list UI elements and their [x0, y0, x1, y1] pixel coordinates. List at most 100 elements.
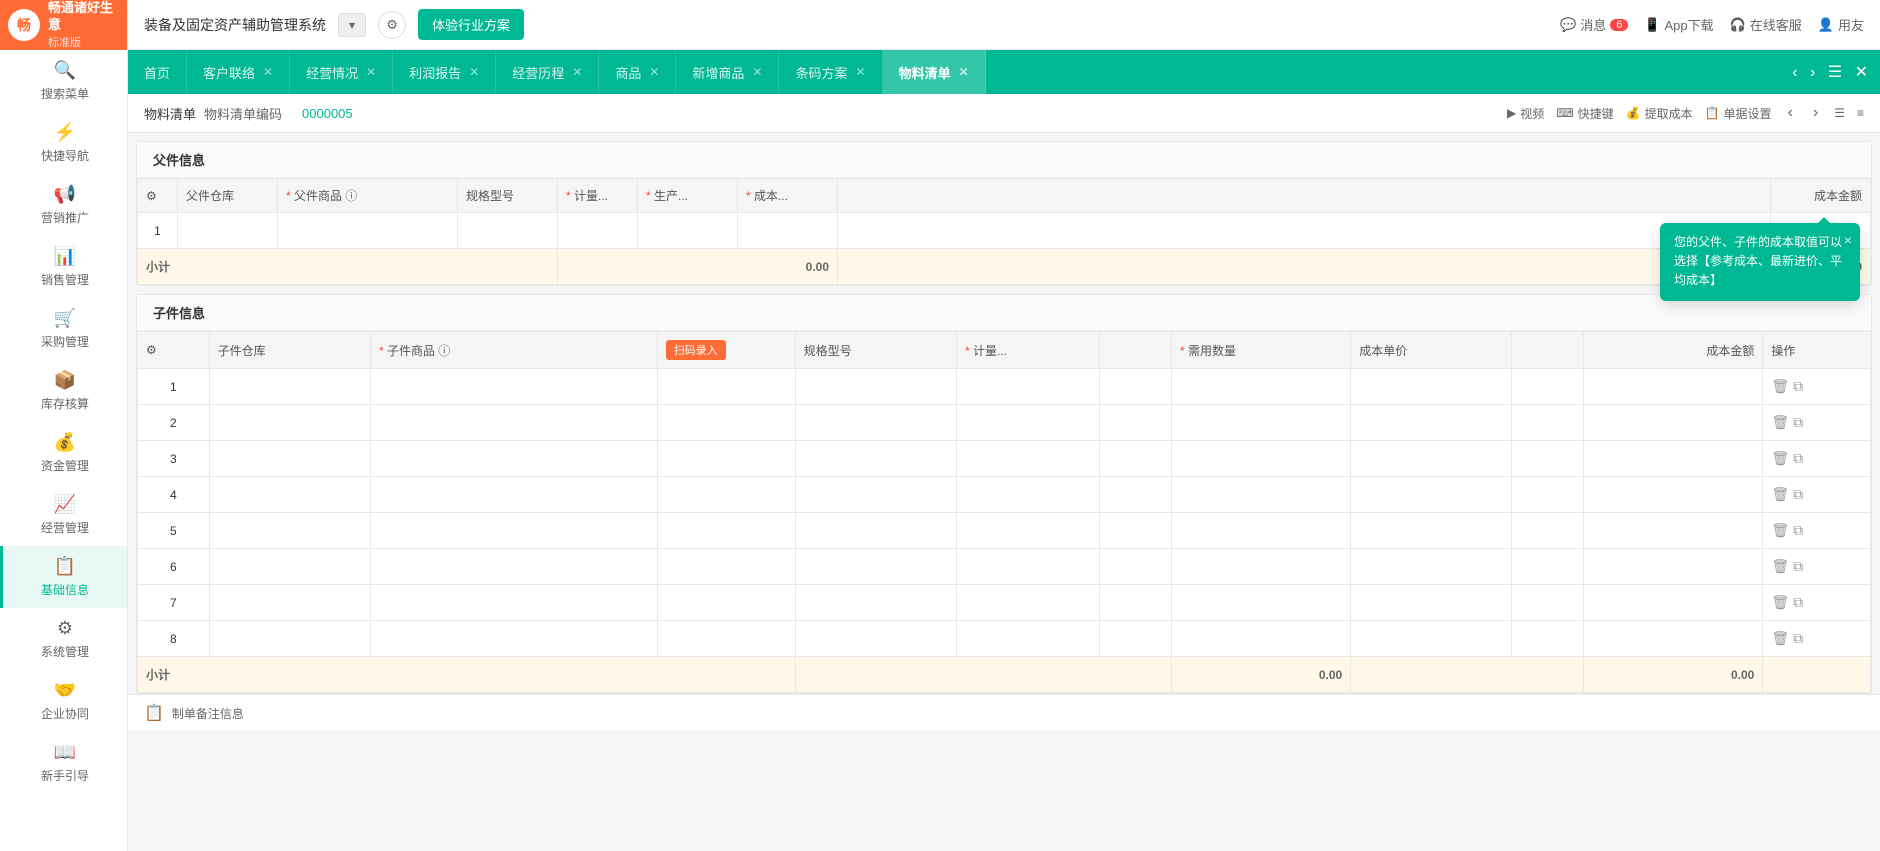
child-row-1-spec[interactable]: [795, 369, 956, 405]
tab-close-icon[interactable]: ✕: [469, 65, 479, 79]
try-industry-btn[interactable]: 体验行业方案: [418, 9, 524, 40]
nav-tab-客户联络[interactable]: 客户联络✕: [187, 50, 290, 94]
child-row-1-unit-cost[interactable]: [1351, 369, 1512, 405]
copy-icon[interactable]: ⧉: [1793, 594, 1803, 611]
tab-close-icon[interactable]: ✕: [572, 65, 582, 79]
child-row-4-unit[interactable]: [956, 477, 1099, 513]
sidebar-item-资金管理[interactable]: 💰资金管理: [0, 422, 127, 484]
page-nav-next[interactable]: ›: [1809, 102, 1822, 124]
child-row-3-goods[interactable]: [370, 441, 657, 477]
child-row-2-goods[interactable]: [370, 405, 657, 441]
delete-icon[interactable]: 🗑: [1771, 486, 1789, 503]
nav-tab-利润报告[interactable]: 利润报告✕: [393, 50, 496, 94]
child-row-3-unit-cost[interactable]: [1351, 441, 1512, 477]
delete-icon[interactable]: 🗑: [1771, 450, 1789, 467]
child-row-5-warehouse[interactable]: [209, 513, 370, 549]
child-row-8-warehouse[interactable]: [209, 621, 370, 657]
child-row-5-spec[interactable]: [795, 513, 956, 549]
child-row-7-goods[interactable]: [370, 585, 657, 621]
tab-close-icon[interactable]: ✕: [959, 65, 969, 79]
child-row-8-goods[interactable]: [370, 621, 657, 657]
nav-tab-新增商品[interactable]: 新增商品✕: [676, 50, 779, 94]
sidebar-item-企业协同[interactable]: 🤝企业协同: [0, 670, 127, 732]
child-row-2-qty[interactable]: [1171, 405, 1350, 441]
nav-close-all-icon[interactable]: ✕: [1851, 62, 1872, 83]
nav-tab-首页[interactable]: 首页: [128, 50, 187, 94]
sidebar-item-快捷导航[interactable]: ⚡快捷导航: [0, 112, 127, 174]
child-row-7-unit-cost[interactable]: [1351, 585, 1512, 621]
sidebar-item-销售管理[interactable]: 📊销售管理: [0, 236, 127, 298]
page-nav-menu[interactable]: ☰: [1834, 106, 1845, 120]
tab-close-icon[interactable]: ✕: [263, 65, 273, 79]
nav-prev-icon[interactable]: ‹: [1788, 62, 1801, 83]
sidebar-item-新手引导[interactable]: 📖新手引导: [0, 732, 127, 794]
child-row-8-unit[interactable]: [956, 621, 1099, 657]
parent-row-1-produce[interactable]: [638, 213, 738, 249]
child-row-5-unit[interactable]: [956, 513, 1099, 549]
delete-icon[interactable]: 🗑: [1771, 558, 1789, 575]
copy-icon[interactable]: ⧉: [1793, 450, 1803, 467]
child-row-2-warehouse[interactable]: [209, 405, 370, 441]
child-row-8-qty[interactable]: [1171, 621, 1350, 657]
child-row-5-qty[interactable]: [1171, 513, 1350, 549]
nav-menu-icon[interactable]: ☰: [1824, 62, 1846, 83]
child-row-1-qty[interactable]: [1171, 369, 1350, 405]
copy-icon[interactable]: ⧉: [1793, 486, 1803, 503]
child-row-3-spec[interactable]: [795, 441, 956, 477]
child-row-6-qty[interactable]: [1171, 549, 1350, 585]
delete-icon[interactable]: 🗑: [1771, 522, 1789, 539]
delete-icon[interactable]: 🗑: [1771, 594, 1789, 611]
child-row-3-qty[interactable]: [1171, 441, 1350, 477]
delete-icon[interactable]: 🗑: [1771, 414, 1789, 431]
nav-tab-物料清单[interactable]: 物料清单✕: [883, 50, 986, 94]
child-row-4-spec[interactable]: [795, 477, 956, 513]
extract-cost-btn[interactable]: 💰 提取成本: [1626, 105, 1693, 122]
copy-icon[interactable]: ⧉: [1793, 378, 1803, 395]
child-col-scan[interactable]: 扫码录入: [657, 332, 795, 369]
child-row-1-warehouse[interactable]: [209, 369, 370, 405]
child-row-6-goods[interactable]: [370, 549, 657, 585]
child-row-6-unit-cost[interactable]: [1351, 549, 1512, 585]
nav-next-icon[interactable]: ›: [1806, 62, 1819, 83]
delete-icon[interactable]: 🗑: [1771, 630, 1789, 647]
tooltip-close-btn[interactable]: ×: [1844, 229, 1852, 251]
scan-input-btn[interactable]: 扫码录入: [666, 340, 726, 360]
sidebar-item-营销推广[interactable]: 📢营销推广: [0, 174, 127, 236]
child-row-3-unit[interactable]: [956, 441, 1099, 477]
child-row-4-warehouse[interactable]: [209, 477, 370, 513]
sidebar-item-经营管理[interactable]: 📈经营管理: [0, 484, 127, 546]
child-row-8-spec[interactable]: [795, 621, 956, 657]
copy-icon[interactable]: ⧉: [1793, 522, 1803, 539]
child-row-4-qty[interactable]: [1171, 477, 1350, 513]
messages-btn[interactable]: 💬 消息 6: [1560, 15, 1628, 34]
page-nav-prev[interactable]: ‹: [1784, 102, 1797, 124]
nav-tab-条码方案[interactable]: 条码方案✕: [779, 50, 882, 94]
copy-icon[interactable]: ⧉: [1793, 414, 1803, 431]
sidebar-item-搜索菜单[interactable]: 🔍搜索菜单: [0, 50, 127, 112]
doc-settings-btn[interactable]: 📋 单据设置: [1705, 105, 1772, 122]
copy-icon[interactable]: ⧉: [1793, 630, 1803, 647]
parent-row-1-goods[interactable]: [278, 213, 458, 249]
shortcut-action-btn[interactable]: ⌨ 快捷键: [1556, 105, 1613, 122]
child-row-2-spec[interactable]: [795, 405, 956, 441]
copy-icon[interactable]: ⧉: [1793, 558, 1803, 575]
child-row-1-unit[interactable]: [956, 369, 1099, 405]
sidebar-item-基础信息[interactable]: 📋基础信息: [0, 546, 127, 608]
child-row-5-unit-cost[interactable]: [1351, 513, 1512, 549]
parent-row-1-spec[interactable]: [458, 213, 558, 249]
child-row-5-goods[interactable]: [370, 513, 657, 549]
child-row-3-warehouse[interactable]: [209, 441, 370, 477]
user-btn[interactable]: 👤 用友: [1818, 15, 1864, 34]
tab-close-icon[interactable]: ✕: [366, 65, 376, 79]
child-row-7-qty[interactable]: [1171, 585, 1350, 621]
child-row-7-warehouse[interactable]: [209, 585, 370, 621]
tab-close-icon[interactable]: ✕: [752, 65, 762, 79]
child-row-1-goods[interactable]: [370, 369, 657, 405]
child-row-6-warehouse[interactable]: [209, 549, 370, 585]
tab-close-icon[interactable]: ✕: [856, 65, 866, 79]
parent-row-1-unit[interactable]: [558, 213, 638, 249]
nav-tab-经营情况[interactable]: 经营情况✕: [290, 50, 393, 94]
child-row-6-unit[interactable]: [956, 549, 1099, 585]
video-action-btn[interactable]: ▶ 视频: [1507, 105, 1544, 122]
sidebar-item-采购管理[interactable]: 🛒采购管理: [0, 298, 127, 360]
